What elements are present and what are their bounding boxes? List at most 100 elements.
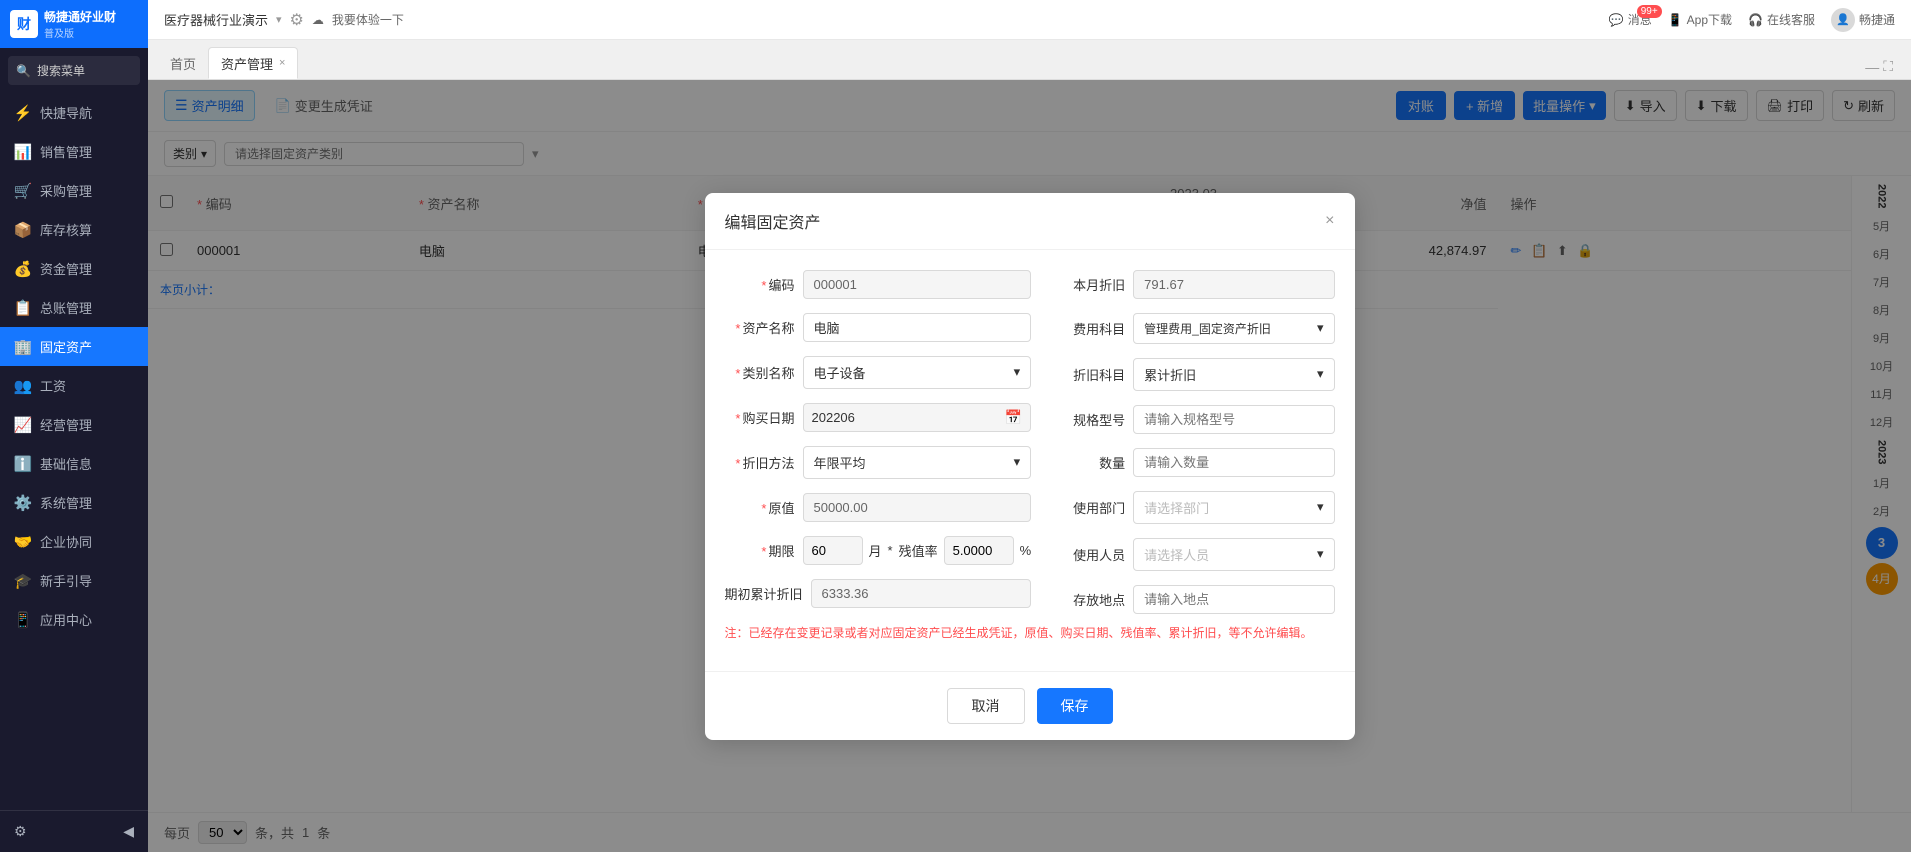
download-icon: 📱 xyxy=(1668,13,1683,27)
purchase-date-input[interactable] xyxy=(812,404,1005,431)
asset-name-label: *资产名称 xyxy=(725,318,795,337)
sidebar-item-basic-info[interactable]: ℹ️ 基础信息 xyxy=(0,444,148,483)
user-select[interactable]: 请选择人员 ▾ xyxy=(1133,538,1334,571)
operations-label: 经营管理 xyxy=(40,415,92,434)
category-label: *类别名称 xyxy=(725,363,795,382)
inventory-icon: 📦 xyxy=(14,221,32,239)
basic-info-label: 基础信息 xyxy=(40,454,92,473)
period-unit: 月 xyxy=(869,541,882,560)
sidebar-item-purchase[interactable]: 🛒 采购管理 xyxy=(0,171,148,210)
sidebar-item-guide[interactable]: 🎓 新手引导 xyxy=(0,561,148,600)
tab-home[interactable]: 首页 xyxy=(158,47,208,79)
sales-label: 销售管理 xyxy=(40,142,92,161)
sales-icon: 📊 xyxy=(14,143,32,161)
quantity-input[interactable] xyxy=(1133,448,1334,477)
sidebar-item-enterprise[interactable]: 🤝 企业协同 xyxy=(0,522,148,561)
experience-label[interactable]: 我要体验一下 xyxy=(332,11,404,28)
user-avatar: 👤 xyxy=(1831,8,1855,32)
modal-overlay: 编辑固定资产 × *编码 xyxy=(148,80,1911,852)
form-item-location: 存放地点 xyxy=(1055,585,1334,614)
modal-body: *编码 *资产名称 xyxy=(705,250,1355,671)
form-item-asset-name: *资产名称 xyxy=(725,313,1032,342)
modal-close-button[interactable]: × xyxy=(1325,212,1334,230)
department-label: 使用部门 xyxy=(1055,498,1125,517)
tabbar: 首页 资产管理 × — ⛶ xyxy=(148,40,1911,80)
category-dropdown-icon: ▾ xyxy=(1014,364,1021,380)
modal-footer: 取消 保存 xyxy=(705,671,1355,740)
app-download-button[interactable]: 📱 App下载 xyxy=(1668,11,1732,28)
payroll-label: 工资 xyxy=(40,376,66,395)
search-menu-button[interactable]: 🔍 搜索菜单 xyxy=(8,56,140,85)
tab-expand-button[interactable]: ⛶ xyxy=(1883,58,1893,75)
calendar-icon[interactable]: 📅 xyxy=(1005,409,1022,426)
form-item-purchase-date: *购买日期 📅 xyxy=(725,403,1032,432)
save-button[interactable]: 保存 xyxy=(1037,688,1113,724)
sidebar-item-payroll[interactable]: 👥 工资 xyxy=(0,366,148,405)
modal-form-grid: *编码 *资产名称 xyxy=(725,270,1335,614)
dep-subject-select[interactable]: 累计折旧 ▾ xyxy=(1133,358,1334,391)
company-dropdown-icon[interactable]: ▾ xyxy=(276,13,282,26)
model-input[interactable] xyxy=(1133,405,1334,434)
sidebar-item-system[interactable]: ⚙️ 系统管理 xyxy=(0,483,148,522)
online-service-button[interactable]: 🎧 在线客服 xyxy=(1748,11,1815,28)
sidebar-item-ledger[interactable]: 📋 总账管理 xyxy=(0,288,148,327)
settings-button[interactable]: ⚙ xyxy=(8,819,33,844)
sidebar-item-inventory[interactable]: 📦 库存核算 xyxy=(0,210,148,249)
period-label: *期限 xyxy=(725,541,795,560)
location-label: 存放地点 xyxy=(1055,590,1125,609)
dep-subject-label: 折旧科目 xyxy=(1055,365,1125,384)
apps-icon: 📱 xyxy=(14,611,32,629)
category-select[interactable]: 电子设备 ▾ xyxy=(803,356,1032,389)
sidebar-search-area: 🔍 搜索菜单 xyxy=(0,48,148,93)
original-value-label: *原值 xyxy=(725,498,795,517)
collapse-button[interactable]: ◀ xyxy=(117,819,140,844)
initial-dep-input[interactable] xyxy=(811,579,1032,608)
company-settings-icon[interactable]: ⚙ xyxy=(290,10,304,30)
period-input[interactable] xyxy=(803,536,863,565)
dep-method-value: 年限平均 xyxy=(814,453,866,472)
user-dropdown-icon: ▾ xyxy=(1317,546,1324,562)
sidebar-item-fixed-assets[interactable]: 🏢 固定资产 xyxy=(0,327,148,366)
asset-name-input[interactable] xyxy=(803,313,1032,342)
topbar-left: 医疗器械行业演示 ▾ ⚙ ☁ 我要体验一下 xyxy=(164,10,1597,30)
location-input[interactable] xyxy=(1133,585,1334,614)
modal-header: 编辑固定资产 × xyxy=(705,193,1355,250)
sidebar-item-sales[interactable]: 📊 销售管理 xyxy=(0,132,148,171)
dep-method-dropdown-icon: ▾ xyxy=(1014,454,1021,470)
code-input[interactable] xyxy=(803,270,1032,299)
messages-badge: 99+ xyxy=(1637,5,1662,18)
finance-icon: 💰 xyxy=(14,260,32,278)
sidebar-item-quick-nav[interactable]: ⚡ 快捷导航 xyxy=(0,93,148,132)
modal-note: 注：已经存在变更记录或者对应固定资产已经生成凭证，原值、购买日期、残值率、累计折… xyxy=(725,614,1335,651)
dep-method-label: *折旧方法 xyxy=(725,453,795,472)
operations-icon: 📈 xyxy=(14,416,32,434)
initial-dep-label: 期初累计折旧 xyxy=(725,584,803,603)
system-label: 系统管理 xyxy=(40,493,92,512)
sidebar-item-operations[interactable]: 📈 经营管理 xyxy=(0,405,148,444)
user-menu-button[interactable]: 👤 畅捷通 xyxy=(1831,8,1895,32)
sidebar-item-apps[interactable]: 📱 应用中心 xyxy=(0,600,148,639)
monthly-dep-input[interactable] xyxy=(1133,270,1334,299)
dep-method-select[interactable]: 年限平均 ▾ xyxy=(803,446,1032,479)
cancel-button[interactable]: 取消 xyxy=(947,688,1025,724)
tab-asset-management[interactable]: 资产管理 × xyxy=(208,47,298,79)
dep-subject-dropdown-icon: ▾ xyxy=(1317,366,1324,382)
department-select[interactable]: 请选择部门 ▾ xyxy=(1133,491,1334,524)
original-value-input[interactable] xyxy=(803,493,1032,522)
guide-icon: 🎓 xyxy=(14,572,32,590)
expense-subject-select[interactable]: 管理费用_固定资产折旧 ▾ xyxy=(1133,313,1334,344)
topbar-right: 💬 消息 99+ 📱 App下载 🎧 在线客服 👤 畅捷通 xyxy=(1609,8,1895,32)
edit-asset-modal: 编辑固定资产 × *编码 xyxy=(705,193,1355,740)
form-col-left: *编码 *资产名称 xyxy=(725,270,1032,614)
messages-button[interactable]: 💬 消息 99+ xyxy=(1609,11,1652,28)
residual-rate-input[interactable] xyxy=(944,536,1014,565)
tab-close-icon[interactable]: × xyxy=(279,57,285,69)
app-name-block: 畅捷通好业财 普及版 xyxy=(44,8,116,40)
residual-rate-label: 残值率 xyxy=(899,541,938,560)
tab-minimize-button[interactable]: — xyxy=(1865,59,1879,75)
basic-info-icon: ℹ️ xyxy=(14,455,32,473)
sidebar-item-finance[interactable]: 💰 资金管理 xyxy=(0,249,148,288)
search-menu-label: 搜索菜单 xyxy=(37,62,85,79)
search-icon: 🔍 xyxy=(16,64,31,78)
company-name: 医疗器械行业演示 xyxy=(164,10,268,29)
